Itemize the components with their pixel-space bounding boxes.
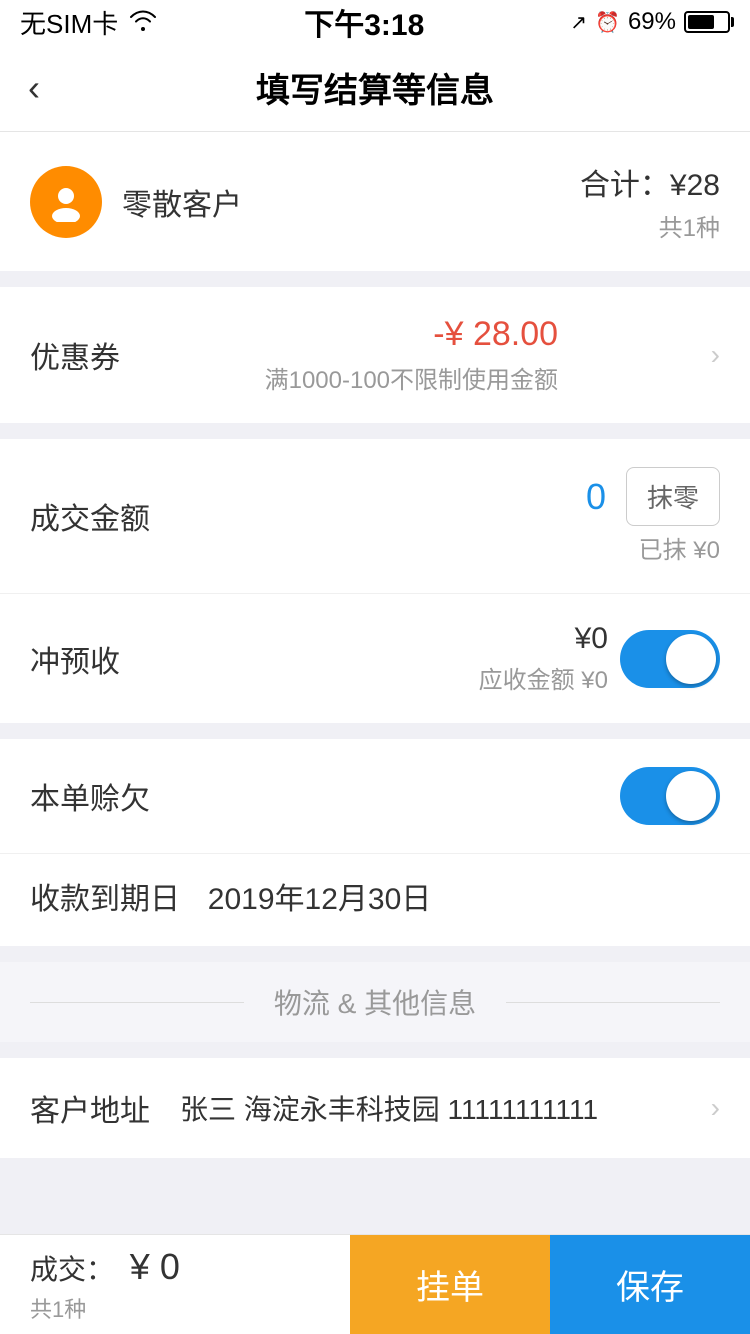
coupon-amount: -¥ 28.00: [265, 315, 558, 354]
bottom-deal-amount: ¥ 0: [130, 1246, 180, 1287]
nav-bar: ‹ 填写结算等信息: [0, 44, 750, 132]
coupon-label: 优惠券: [30, 333, 120, 377]
debt-row: 本单赊欠: [0, 739, 750, 853]
transaction-row: 成交金额 0 抹零 已抹 ¥0: [0, 439, 750, 594]
coupon-row[interactable]: 优惠券 -¥ 28.00 满1000-100不限制使用金额 ›: [0, 287, 750, 423]
due-date-row: 收款到期日 2019年12月30日: [0, 853, 750, 946]
transaction-label: 成交金额: [30, 494, 150, 538]
round-zero-button[interactable]: 抹零: [626, 467, 720, 526]
amount-input-wrap: 0 抹零: [546, 467, 720, 526]
bottom-bar: 成交： ¥ 0 共1种 挂单 保存: [0, 1234, 750, 1334]
status-bar: 无SIM卡 下午3:18 ↗ ⏰ 69%: [0, 0, 750, 44]
wifi-icon: [128, 7, 158, 38]
address-section[interactable]: 客户地址 张三 海淀永丰科技园 11111111111 ›: [0, 1058, 750, 1158]
transaction-value[interactable]: 0: [546, 476, 606, 518]
bottom-count: 共1种: [30, 1292, 320, 1324]
transaction-sub: 已抹 ¥0: [546, 530, 720, 565]
logistics-divider: 物流 & 其他信息: [0, 962, 750, 1042]
coupon-section: 优惠券 -¥ 28.00 满1000-100不限制使用金额 ›: [0, 287, 750, 423]
amount-section: 成交金额 0 抹零 已抹 ¥0 冲预收 ¥0 应收金额 ¥0: [0, 439, 750, 723]
save-button[interactable]: 保存: [550, 1235, 750, 1334]
address-chevron-icon: ›: [711, 1092, 720, 1124]
customer-left: 零散客户: [30, 166, 242, 238]
debt-toggle-thumb: [666, 771, 716, 821]
prepay-value: ¥0: [479, 622, 608, 656]
back-button[interactable]: ‹: [28, 67, 40, 109]
carrier-text: 无SIM卡: [20, 4, 118, 41]
bottom-info: 成交： ¥ 0 共1种: [0, 1246, 350, 1324]
coupon-chevron-icon: ›: [711, 339, 720, 371]
prepay-sub: 应收金额 ¥0: [479, 660, 608, 695]
battery-fill: [688, 15, 714, 29]
bottom-deal-row: 成交： ¥ 0: [30, 1246, 320, 1288]
bottom-deal-label: 成交：: [30, 1254, 114, 1285]
prepay-right: ¥0 应收金额 ¥0: [479, 622, 720, 695]
hold-button[interactable]: 挂单: [350, 1235, 550, 1334]
debt-label: 本单赊欠: [30, 774, 150, 818]
customer-name: 零散客户: [122, 180, 242, 224]
location-icon: ↗: [570, 10, 587, 35]
battery-icon: [684, 11, 730, 33]
prepay-label: 冲预收: [30, 637, 120, 681]
prepay-toggle-thumb: [666, 634, 716, 684]
due-date-label: 收款到期日: [30, 883, 180, 916]
prepay-toggle[interactable]: [620, 630, 720, 688]
coupon-right: -¥ 28.00 满1000-100不限制使用金额: [265, 315, 558, 395]
address-label: 客户地址: [30, 1086, 150, 1130]
battery-percent: 69%: [628, 8, 676, 36]
customer-right: 合计：¥28 共1种: [580, 160, 720, 243]
debt-toggle[interactable]: [620, 767, 720, 825]
debt-section: 本单赊欠 收款到期日 2019年12月30日: [0, 739, 750, 946]
status-left: 无SIM卡: [20, 4, 158, 41]
logistics-label: 物流 & 其他信息: [274, 982, 476, 1022]
customer-total: 合计：¥28: [580, 160, 720, 204]
address-value: 张三 海淀永丰科技园 11111111111: [180, 1088, 673, 1128]
prepay-row: 冲预收 ¥0 应收金额 ¥0: [0, 594, 750, 723]
alarm-icon: ⏰: [595, 10, 620, 35]
avatar: [30, 166, 102, 238]
status-time: 下午3:18: [304, 0, 424, 44]
due-date-value: 2019年12月30日: [208, 883, 431, 916]
coupon-desc: 满1000-100不限制使用金额: [265, 360, 558, 395]
customer-row: 零散客户 合计：¥28 共1种: [0, 132, 750, 271]
status-right: ↗ ⏰ 69%: [570, 8, 730, 36]
page-title: 填写结算等信息: [256, 63, 494, 112]
customer-count: 共1种: [580, 208, 720, 243]
